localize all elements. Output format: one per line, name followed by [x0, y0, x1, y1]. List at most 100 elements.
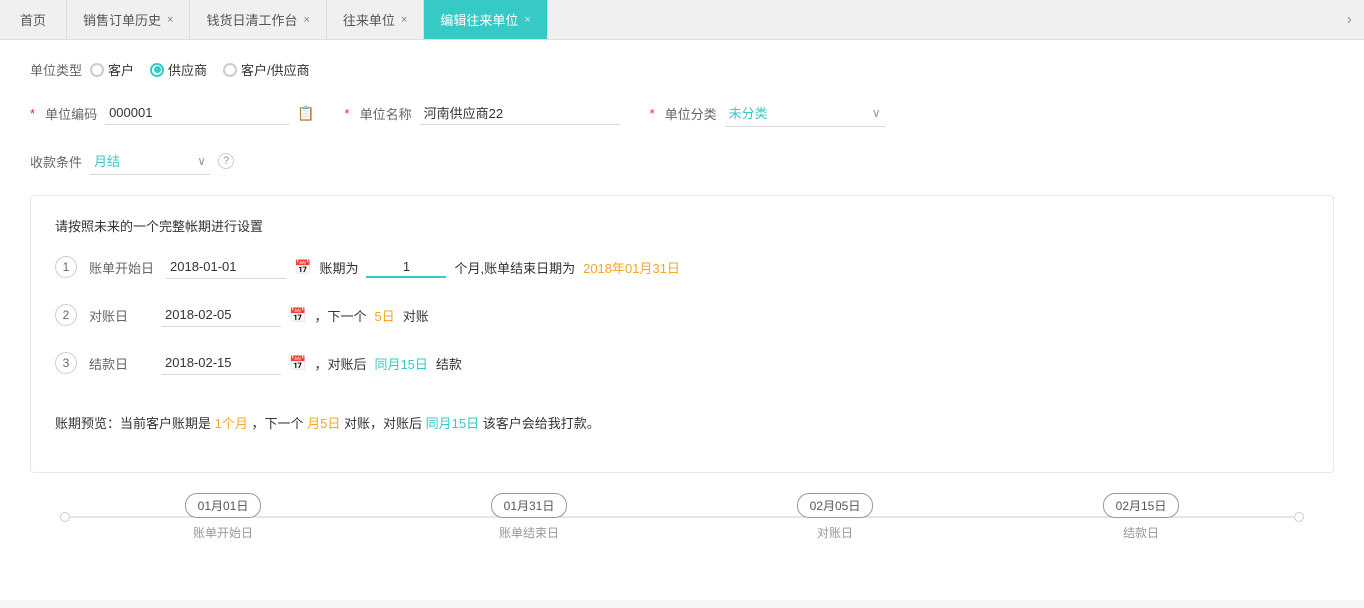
step2-suffix-before: ，下一个 [314, 306, 366, 325]
payment-terms-value: 月结 [94, 151, 193, 170]
radio-group-unit-type: 客户 供应商 客户/供应商 [90, 60, 310, 79]
radio-circle-customer [90, 63, 104, 77]
timeline-left-dot [60, 512, 70, 522]
step2-highlight: 5日 [374, 306, 394, 325]
step1-suffix-before: 账期为 [319, 258, 358, 277]
timeline-badge-3: 02月05日 [797, 493, 874, 518]
tab-cashwork[interactable]: 钱货日清工作台 × [190, 0, 326, 39]
preview-mid: ，下一个 [252, 416, 304, 431]
timeline-node-1-inner: 01月01日 账单开始日 [185, 493, 262, 541]
unit-category-select[interactable]: 未分类 ∨ [725, 99, 885, 127]
close-cashwork[interactable]: × [303, 14, 309, 26]
close-partner[interactable]: × [401, 14, 407, 26]
unit-type-row: 单位类型 客户 供应商 客户/供应商 [30, 60, 1334, 79]
preview-months: 1个月 [215, 416, 248, 431]
unit-code-icon[interactable]: 📋 [297, 105, 314, 122]
radio-circle-customer-supplier [223, 63, 237, 77]
tab-more-button[interactable]: › [1335, 11, 1364, 29]
tab-home[interactable]: 首页 [0, 0, 67, 39]
required-star-code: * [30, 106, 35, 121]
step-row-2: 2 对账日 📅 ，下一个 5日 对账 [55, 303, 1309, 327]
tab-partner[interactable]: 往来单位 × [327, 0, 424, 39]
radio-customer-label: 客户 [108, 60, 134, 79]
tab-sales-history[interactable]: 销售订单历史 × [67, 0, 190, 39]
timeline-sublabel-2: 账单结束日 [499, 524, 559, 541]
step2-suffix-after: 对账 [403, 306, 429, 325]
preview-mid2: 对账，对账后 [344, 416, 422, 431]
unit-category-value: 未分类 [729, 103, 868, 122]
timeline-sublabel-1: 账单开始日 [193, 524, 253, 541]
close-edit-partner[interactable]: × [524, 14, 530, 26]
payment-terms-row: 收款条件 月结 ∨ ? [30, 147, 1334, 175]
step3-date-input[interactable] [161, 351, 281, 375]
unit-code-input[interactable] [105, 101, 289, 125]
unit-type-label: 单位类型 [30, 60, 82, 79]
section-title: 请按照未来的一个完整帐期进行设置 [55, 216, 1309, 235]
step1-date-input[interactable] [166, 255, 286, 279]
timeline-node-3: 02月05日 对账日 [682, 493, 988, 541]
timeline: 01月01日 账单开始日 01月31日 账单结束日 02月05日 对账日 [40, 493, 1324, 541]
step1-end-date: 2018年01月31日 [583, 258, 680, 277]
step-label-2: 对账日 [89, 306, 149, 325]
payment-terms-select[interactable]: 月结 ∨ [90, 147, 210, 175]
timeline-node-1: 01月01日 账单开始日 [70, 493, 376, 541]
preview-suffix: 该客户会给我打款。 [483, 416, 600, 431]
timeline-right-dot [1294, 512, 1304, 522]
unit-name-label: 单位名称 [360, 104, 412, 123]
timeline-badge-4: 02月15日 [1103, 493, 1180, 518]
timeline-sublabel-3: 对账日 [817, 524, 853, 541]
step-content-1: 📅 账期为 个月,账单结束日期为 2018年01月31日 [166, 255, 1309, 279]
step-content-2: 📅 ，下一个 5日 对账 [161, 303, 1309, 327]
timeline-node-3-inner: 02月05日 对账日 [797, 493, 874, 541]
step3-suffix-before: ，对账后 [314, 354, 366, 373]
timeline-node-2: 01月31日 账单结束日 [376, 493, 682, 541]
unit-code-label: 单位编码 [45, 104, 97, 123]
timeline-node-4-inner: 02月15日 结款日 [1103, 493, 1180, 541]
radio-customer-supplier-label: 客户/供应商 [241, 60, 310, 79]
step-label-3: 结款日 [89, 354, 149, 373]
step3-highlight: 同月15日 [374, 354, 427, 373]
required-star-name: * [345, 106, 350, 121]
preview-day: 月5日 [307, 416, 340, 431]
payment-terms-label: 收款条件 [30, 152, 82, 171]
timeline-inner: 01月01日 账单开始日 01月31日 账单结束日 02月05日 对账日 [70, 493, 1294, 541]
unit-category-label: 单位分类 [665, 104, 717, 123]
preview-day2: 同月15日 [426, 416, 479, 431]
radio-supplier[interactable]: 供应商 [150, 60, 207, 79]
unit-info-row: * 单位编码 📋 * 单位名称 * 单位分类 未分类 ∨ [30, 99, 1334, 127]
unit-code-block: * 单位编码 📋 [30, 101, 315, 125]
radio-circle-supplier [150, 63, 164, 77]
timeline-badge-1: 01月01日 [185, 493, 262, 518]
radio-customer-supplier[interactable]: 客户/供应商 [223, 60, 310, 79]
timeline-badge-2: 01月31日 [491, 493, 568, 518]
timeline-node-2-inner: 01月31日 账单结束日 [491, 493, 568, 541]
radio-customer[interactable]: 客户 [90, 60, 134, 79]
step-row-1: 1 账单开始日 📅 账期为 个月,账单结束日期为 2018年01月31日 [55, 255, 1309, 279]
required-star-category: * [650, 106, 655, 121]
period-value-input[interactable] [366, 257, 446, 278]
step3-suffix-after: 结款 [436, 354, 462, 373]
step-label-1: 账单开始日 [89, 258, 154, 277]
tab-edit-partner[interactable]: 编辑往来单位 × [424, 0, 547, 39]
step-content-3: 📅 ，对账后 同月15日 结款 [161, 351, 1309, 375]
unit-category-dropdown-icon: ∨ [872, 106, 881, 120]
main-content: 单位类型 客户 供应商 客户/供应商 * 单位编码 📋 * 单位名称 [0, 40, 1364, 600]
timeline-sublabel-4: 结款日 [1123, 524, 1159, 541]
preview-prefix: 账期预览：当前客户账期是 [55, 416, 211, 431]
step1-calendar-icon[interactable]: 📅 [294, 259, 311, 276]
step2-date-input[interactable] [161, 303, 281, 327]
payment-terms-help-icon[interactable]: ? [218, 153, 234, 169]
step3-calendar-icon[interactable]: 📅 [289, 355, 306, 372]
close-sales-history[interactable]: × [167, 14, 173, 26]
step-num-2: 2 [55, 304, 77, 326]
period-section: 请按照未来的一个完整帐期进行设置 1 账单开始日 📅 账期为 个月,账单结束日期… [30, 195, 1334, 473]
unit-name-input[interactable] [420, 101, 620, 125]
payment-terms-dropdown-icon: ∨ [197, 154, 206, 168]
timeline-node-4: 02月15日 结款日 [988, 493, 1294, 541]
step1-suffix-after: 个月,账单结束日期为 [454, 258, 575, 277]
step-num-3: 3 [55, 352, 77, 374]
step-num-1: 1 [55, 256, 77, 278]
radio-supplier-label: 供应商 [168, 60, 207, 79]
step2-calendar-icon[interactable]: 📅 [289, 307, 306, 324]
unit-name-block: * 单位名称 [345, 101, 620, 125]
